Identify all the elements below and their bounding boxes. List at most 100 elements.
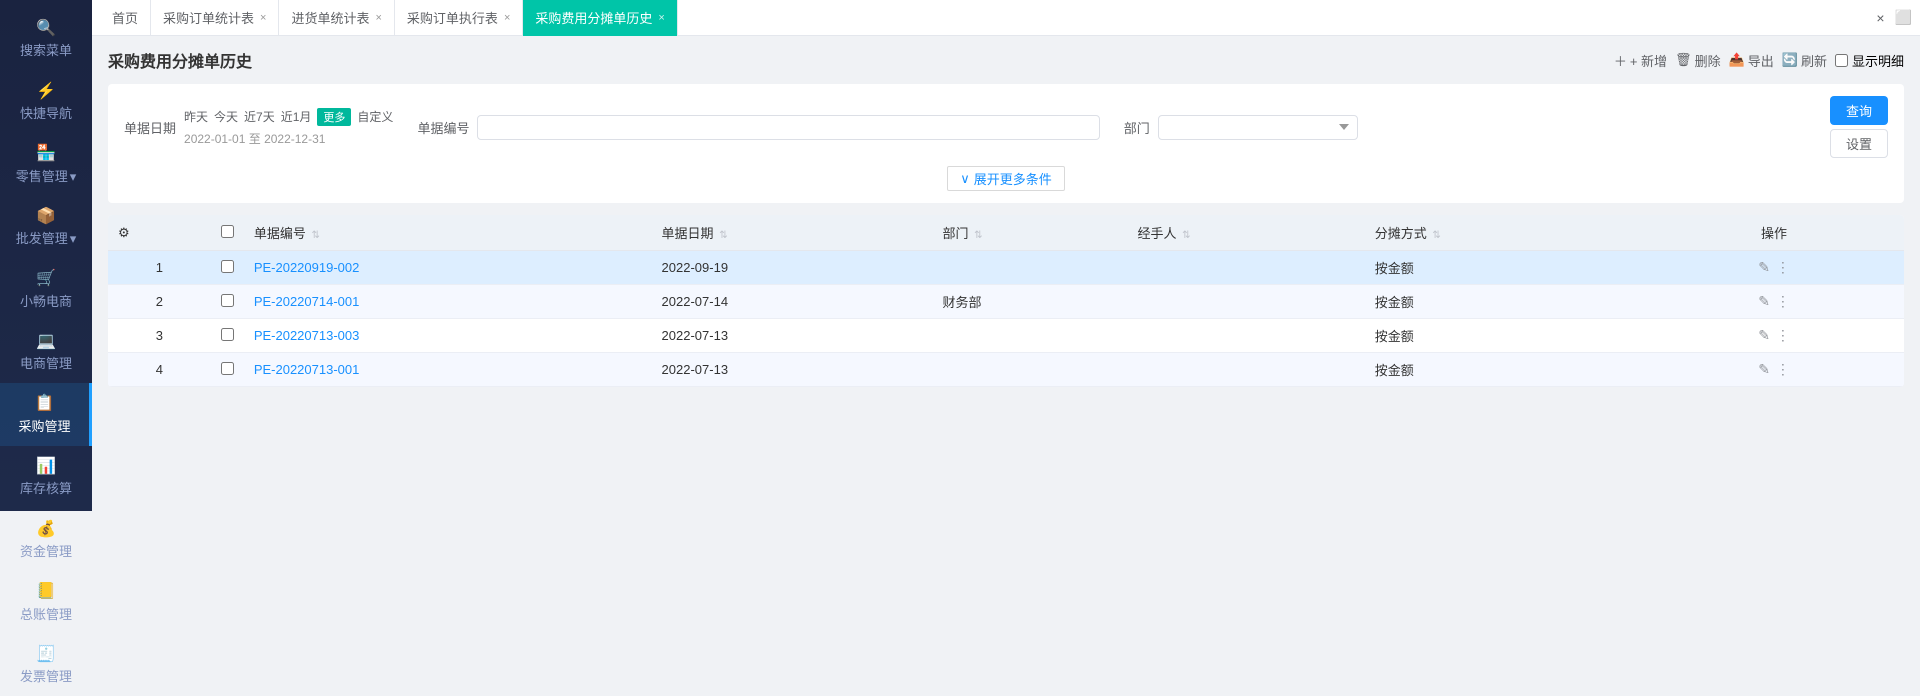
row-actions: ✎ ⋮ xyxy=(1644,251,1904,285)
finance-icon: 💰 xyxy=(4,519,88,541)
row-checkbox[interactable] xyxy=(221,294,234,307)
th-settings[interactable]: ⚙ xyxy=(108,215,211,251)
sidebar-item-ecommerce-small[interactable]: 🛒 小畅电商 xyxy=(0,258,92,321)
more-action-icon[interactable]: ⋮ xyxy=(1776,293,1790,310)
dept-select[interactable]: 财务部 xyxy=(1158,115,1358,140)
toolbar: ＋ + 新增 🗑 删除 📤 导出 🔄 刷新 显示明细 xyxy=(1614,51,1904,70)
table-row: 2 PE-20220714-001 2022-07-14 财务部 按金额 ✎ ⋮ xyxy=(108,285,1904,319)
date-option-7days[interactable]: 近7天 xyxy=(244,108,275,125)
row-number: 1 xyxy=(108,251,211,285)
tab-home[interactable]: 首页 xyxy=(100,0,151,36)
row-date: 2022-07-13 xyxy=(652,319,933,353)
order-no-input[interactable] xyxy=(477,115,1099,140)
settings-button[interactable]: 设置 xyxy=(1830,129,1888,158)
th-checkbox[interactable] xyxy=(211,215,244,251)
order-no-link[interactable]: PE-20220714-001 xyxy=(254,294,360,309)
sidebar: 🔍 搜索菜单 ⚡ 快捷导航 🏪 零售管理 ▾ 📦 批发管理 ▾ 🛒 小畅电商 💻… xyxy=(0,0,92,511)
search-row-main: 单据日期 昨天 今天 近7天 近1月 更多 自定义 2022-01-01 至 2… xyxy=(124,96,1888,158)
window-maximize-icon[interactable]: ⬜ xyxy=(1895,9,1912,26)
row-number: 4 xyxy=(108,353,211,387)
tab-close-icon[interactable]: × xyxy=(260,12,266,24)
order-no-link[interactable]: PE-20220919-002 xyxy=(254,260,360,275)
expand-more-button[interactable]: ∨ 展开更多条件 xyxy=(947,166,1065,191)
row-split-method: 按金额 xyxy=(1365,353,1644,387)
row-checkbox[interactable] xyxy=(221,328,234,341)
more-action-icon[interactable]: ⋮ xyxy=(1776,259,1790,276)
add-button[interactable]: ＋ + 新增 xyxy=(1614,51,1667,70)
main-area: 首页 采购订单统计表 × 进货单统计表 × 采购订单执行表 × 采购费用分摊单历… xyxy=(92,0,1920,511)
row-handler xyxy=(1127,251,1364,285)
row-date: 2022-07-13 xyxy=(652,353,933,387)
show-cols-checkbox[interactable] xyxy=(1835,54,1848,67)
delete-button[interactable]: 🗑 删除 xyxy=(1675,51,1721,70)
edit-action-icon[interactable]: ✎ xyxy=(1758,361,1770,378)
row-checkbox[interactable] xyxy=(221,362,234,375)
date-option-custom[interactable]: 自定义 xyxy=(357,108,393,125)
row-handler xyxy=(1127,285,1364,319)
query-button[interactable]: 查询 xyxy=(1830,96,1888,125)
data-table: ⚙ 单据编号 ⇅ 单据日期 ⇅ xyxy=(108,215,1904,387)
more-action-icon[interactable]: ⋮ xyxy=(1776,361,1790,378)
row-handler xyxy=(1127,353,1364,387)
invoice-icon: 🧾 xyxy=(4,644,88,666)
order-no-link[interactable]: PE-20220713-003 xyxy=(254,328,360,343)
edit-action-icon[interactable]: ✎ xyxy=(1758,293,1770,310)
date-option-yesterday[interactable]: 昨天 xyxy=(184,108,208,125)
window-close-icon[interactable]: × xyxy=(1876,10,1884,26)
date-option-1month[interactable]: 近1月 xyxy=(281,108,312,125)
th-handler[interactable]: 经手人 ⇅ xyxy=(1127,215,1364,251)
sidebar-item-invoice[interactable]: 🧾 发票管理 xyxy=(0,634,92,696)
ledger-icon: 📒 xyxy=(4,581,88,603)
sidebar-item-inventory[interactable]: 📊 库存核算 xyxy=(0,446,92,509)
select-all-checkbox[interactable] xyxy=(221,225,234,238)
more-action-icon[interactable]: ⋮ xyxy=(1776,327,1790,344)
date-option-more[interactable]: 更多 xyxy=(317,108,351,126)
row-order-no: PE-20220713-001 xyxy=(244,353,652,387)
order-no-field: 单据编号 xyxy=(417,115,1099,140)
refresh-icon: 🔄 xyxy=(1782,52,1798,68)
tab-purchase-order-stats[interactable]: 采购订单统计表 × xyxy=(151,0,279,36)
show-cols-toggle[interactable]: 显示明细 xyxy=(1835,51,1904,70)
tab-goods-stats[interactable]: 进货单统计表 × xyxy=(279,0,394,36)
tab-cost-split-history[interactable]: 采购费用分摊单历史 × xyxy=(523,0,677,36)
row-dept xyxy=(933,319,1128,353)
sort-icon[interactable]: ⇅ xyxy=(1182,230,1190,241)
export-button[interactable]: 📤 导出 xyxy=(1729,51,1774,70)
tabs-bar: 首页 采购订单统计表 × 进货单统计表 × 采购订单执行表 × 采购费用分摊单历… xyxy=(92,0,1920,36)
tab-close-icon[interactable]: × xyxy=(504,12,510,24)
sidebar-item-retail[interactable]: 🏪 零售管理 ▾ xyxy=(0,133,92,196)
th-split-method[interactable]: 分摊方式 ⇅ xyxy=(1365,215,1644,251)
tab-close-icon[interactable]: × xyxy=(375,12,381,24)
sort-icon[interactable]: ⇅ xyxy=(1432,230,1440,241)
expand-row: ∨ 展开更多条件 xyxy=(124,166,1888,191)
sidebar-item-ledger[interactable]: 📒 总账管理 xyxy=(0,571,92,634)
date-option-today[interactable]: 今天 xyxy=(214,108,238,125)
th-dept[interactable]: 部门 ⇅ xyxy=(933,215,1128,251)
sidebar-item-nav[interactable]: ⚡ 快捷导航 xyxy=(0,71,92,134)
date-label: 单据日期 xyxy=(124,118,176,137)
sidebar-item-finance[interactable]: 💰 资金管理 xyxy=(0,509,92,572)
sidebar-item-search[interactable]: 🔍 搜索菜单 xyxy=(0,8,92,71)
th-order-no[interactable]: 单据编号 ⇅ xyxy=(244,215,652,251)
row-split-method: 按金额 xyxy=(1365,251,1644,285)
sort-icon[interactable]: ⇅ xyxy=(719,230,727,241)
tab-purchase-execution[interactable]: 采购订单执行表 × xyxy=(395,0,523,36)
content-area: 采购费用分摊单历史 ＋ + 新增 🗑 删除 📤 导出 🔄 刷新 xyxy=(92,36,1920,511)
refresh-button[interactable]: 🔄 刷新 xyxy=(1782,51,1827,70)
sidebar-item-purchase[interactable]: 📋 采购管理 xyxy=(0,383,92,446)
edit-action-icon[interactable]: ✎ xyxy=(1758,327,1770,344)
row-number: 3 xyxy=(108,319,211,353)
th-date[interactable]: 单据日期 ⇅ xyxy=(652,215,933,251)
sidebar-item-wholesale[interactable]: 📦 批发管理 ▾ xyxy=(0,196,92,259)
sort-icon[interactable]: ⇅ xyxy=(311,230,319,241)
order-no-link[interactable]: PE-20220713-001 xyxy=(254,362,360,377)
row-split-method: 按金额 xyxy=(1365,285,1644,319)
row-date: 2022-07-14 xyxy=(652,285,933,319)
sidebar-item-ecommerce-mgmt[interactable]: 💻 电商管理 xyxy=(0,321,92,384)
page-header: 采购费用分摊单历史 ＋ + 新增 🗑 删除 📤 导出 🔄 刷新 xyxy=(108,48,1904,72)
ecommerce-mgmt-icon: 💻 xyxy=(4,331,88,353)
sort-icon[interactable]: ⇅ xyxy=(974,230,982,241)
tab-close-icon[interactable]: × xyxy=(658,12,664,24)
edit-action-icon[interactable]: ✎ xyxy=(1758,259,1770,276)
row-checkbox[interactable] xyxy=(221,260,234,273)
